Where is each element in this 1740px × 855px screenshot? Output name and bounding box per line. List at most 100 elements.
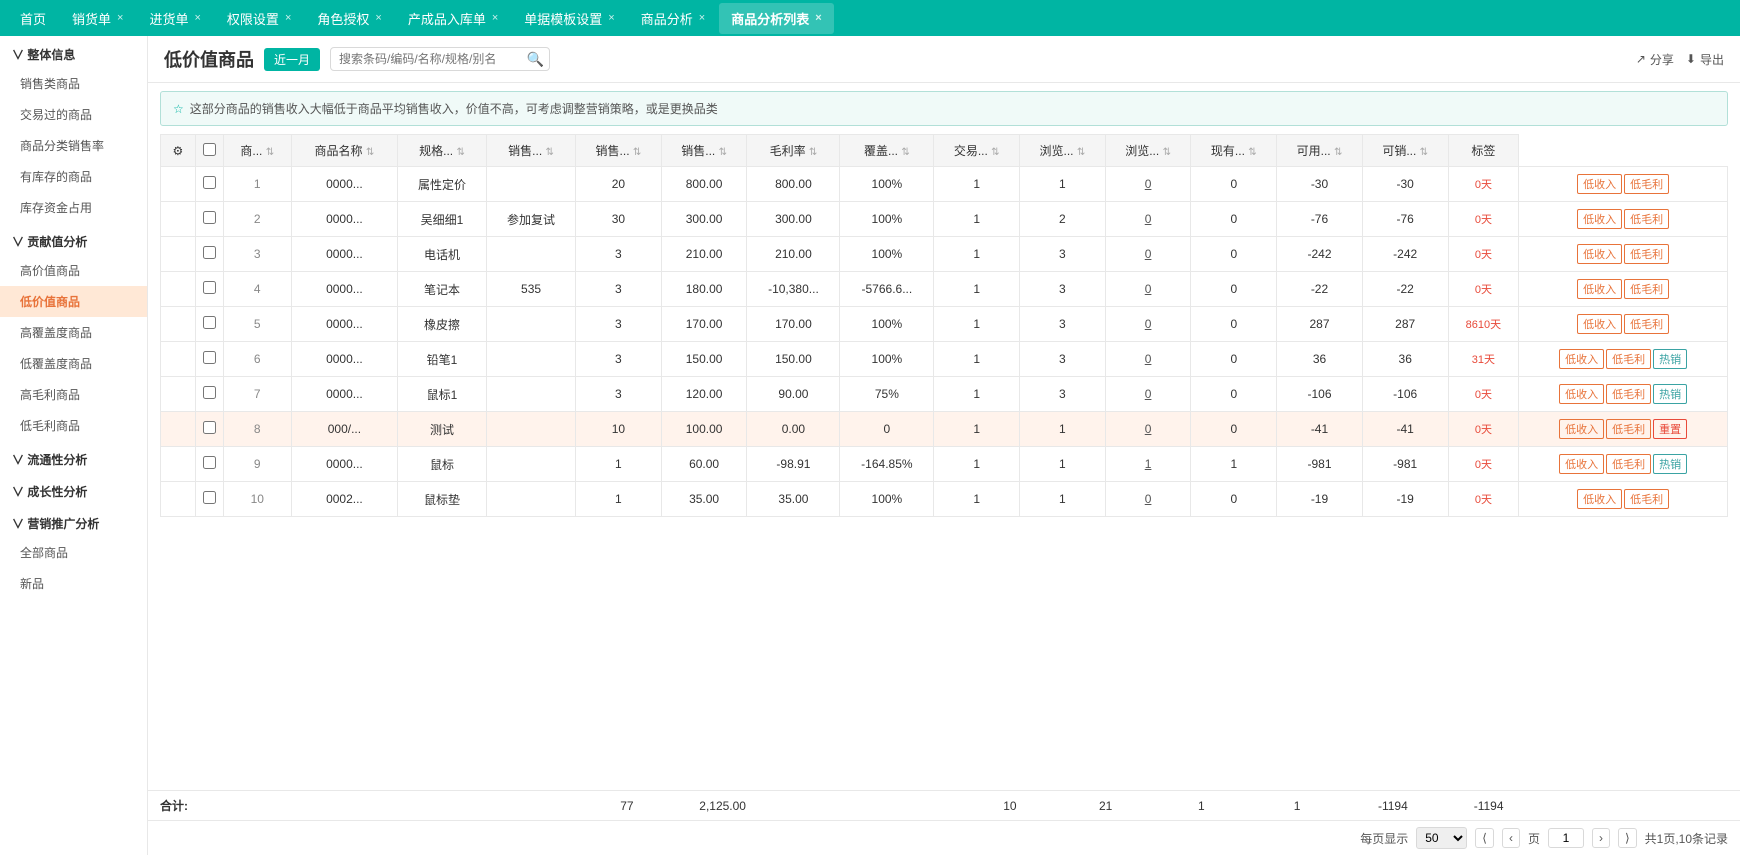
search-icon[interactable]: 🔍 (527, 51, 544, 68)
sidebar-group-成长性分析[interactable]: ∨ 成长性分析 (0, 473, 147, 505)
table-cell: 0 (1191, 342, 1277, 377)
row-checkbox[interactable] (203, 316, 216, 329)
browse1-link[interactable]: 0 (1145, 387, 1152, 401)
day-badge: 31天 (1472, 354, 1495, 366)
row-checkbox[interactable] (203, 246, 216, 259)
sidebar-item-库存资金占用[interactable]: 库存资金占用 (0, 192, 147, 223)
table-cell: 210.00 (747, 237, 840, 272)
share-btn[interactable]: ↗ 分享 (1636, 51, 1674, 68)
browse1-link[interactable]: 0 (1145, 247, 1152, 261)
col-settings[interactable]: ⚙ (161, 135, 196, 167)
browse1-link[interactable]: 0 (1145, 177, 1152, 191)
row-checkbox-cell (195, 377, 223, 412)
browse1-cell: 0 (1105, 202, 1191, 237)
nav-close-icon[interactable]: × (699, 12, 705, 24)
nav-close-icon[interactable]: × (194, 12, 200, 24)
nav-item-产成品入库单[interactable]: 产成品入库单× (396, 3, 510, 34)
saleable-cell: 0天 (1448, 272, 1519, 307)
table-cell: 1 (1020, 482, 1106, 517)
tags-cell: 低收入低毛利 (1519, 237, 1728, 272)
table-container[interactable]: ⚙ 商... ⇅ 商品名称 ⇅ 规格... ⇅ 销售... ⇅ 销售... ⇅ … (148, 134, 1740, 790)
sidebar-item-销售类商品[interactable]: 销售类商品 (0, 68, 147, 99)
browse1-cell: 0 (1105, 412, 1191, 447)
select-all-checkbox[interactable] (203, 143, 216, 156)
row-checkbox[interactable] (203, 176, 216, 189)
row-checkbox[interactable] (203, 421, 216, 434)
row-checkbox-cell (195, 167, 223, 202)
sidebar-item-有库存的商品[interactable]: 有库存的商品 (0, 161, 147, 192)
browse1-link[interactable]: 0 (1145, 422, 1152, 436)
next-page-btn[interactable]: › (1592, 828, 1610, 848)
nav-item-销货单[interactable]: 销货单× (60, 3, 135, 34)
nav-item-商品分析[interactable]: 商品分析× (629, 3, 717, 34)
col-sale-qty: 销售... ⇅ (487, 135, 576, 167)
nav-item-单据模板设置[interactable]: 单据模板设置× (512, 3, 626, 34)
nav-item-首页[interactable]: 首页 (8, 3, 58, 34)
first-page-btn[interactable]: ⟨ (1475, 828, 1494, 848)
nav-close-icon[interactable]: × (285, 12, 291, 24)
table-cell: 100% (840, 342, 934, 377)
table-cell: 10 (576, 412, 662, 447)
saleable-cell: 0天 (1448, 202, 1519, 237)
table-cell: 铅笔1 (397, 342, 486, 377)
browse1-link[interactable]: 1 (1145, 457, 1152, 471)
sidebar-item-低覆盖度商品[interactable]: 低覆盖度商品 (0, 348, 147, 379)
row-checkbox[interactable] (203, 456, 216, 469)
sidebar-item-高价值商品[interactable]: 高价值商品 (0, 255, 147, 286)
table-cell: 鼠标1 (397, 377, 486, 412)
browse1-link[interactable]: 0 (1145, 212, 1152, 226)
row-checkbox[interactable] (203, 386, 216, 399)
browse1-link[interactable]: 0 (1145, 282, 1152, 296)
sidebar-group-流通性分析[interactable]: ∨ 流通性分析 (0, 441, 147, 473)
sidebar-item-商品分类销售率[interactable]: 商品分类销售率 (0, 130, 147, 161)
row-checkbox[interactable] (203, 491, 216, 504)
sidebar-item-全部商品[interactable]: 全部商品 (0, 537, 147, 568)
browse1-link[interactable]: 0 (1145, 352, 1152, 366)
table-row: 40000...笔记本5353180.00-10,380...-5766.6..… (161, 272, 1728, 307)
sidebar-item-低价值商品[interactable]: 低价值商品 (0, 286, 147, 317)
nav-close-icon[interactable]: × (492, 12, 498, 24)
sidebar-item-新品[interactable]: 新品 (0, 568, 147, 599)
export-btn[interactable]: ⬇ 导出 (1686, 51, 1724, 68)
table-cell: 1 (934, 272, 1020, 307)
nav-item-角色授权[interactable]: 角色授权× (305, 3, 393, 34)
nav-close-icon[interactable]: × (117, 12, 123, 24)
table-cell: 笔记本 (397, 272, 486, 307)
info-text: 这部分商品的销售收入大幅低于商品平均销售收入，价值不高，可考虑调整营销策略，或是… (190, 100, 718, 117)
tag-低收入: 低收入 (1577, 209, 1622, 229)
sidebar-group-贡献值分析[interactable]: ∨ 贡献值分析 (0, 223, 147, 255)
nav-item-进货单[interactable]: 进货单× (137, 3, 212, 34)
saleable-cell: 0天 (1448, 412, 1519, 447)
tag-低收入: 低收入 (1559, 454, 1604, 474)
tag-低毛利: 低毛利 (1624, 244, 1669, 264)
sidebar-group-营销推广分析[interactable]: ∨ 营销推广分析 (0, 505, 147, 537)
sidebar-item-高毛利商品[interactable]: 高毛利商品 (0, 379, 147, 410)
nav-close-icon[interactable]: × (815, 12, 821, 24)
browse1-cell: 0 (1105, 237, 1191, 272)
table-cell: 1 (223, 167, 291, 202)
footer-browse1: 1 (1154, 799, 1250, 813)
filter-recent-btn[interactable]: 近一月 (264, 48, 320, 71)
nav-close-icon[interactable]: × (375, 12, 381, 24)
search-input[interactable] (330, 47, 550, 71)
page-number-input[interactable] (1548, 828, 1584, 848)
row-checkbox[interactable] (203, 281, 216, 294)
per-page-select[interactable]: 50 20 100 (1416, 827, 1467, 849)
nav-close-icon[interactable]: × (608, 12, 614, 24)
row-checkbox[interactable] (203, 211, 216, 224)
row-checkbox[interactable] (203, 351, 216, 364)
last-page-btn[interactable]: ⟩ (1618, 828, 1637, 848)
table-cell: 0 (1191, 272, 1277, 307)
nav-item-权限设置[interactable]: 权限设置× (215, 3, 303, 34)
browse1-link[interactable]: 0 (1145, 492, 1152, 506)
sidebar-item-高覆盖度商品[interactable]: 高覆盖度商品 (0, 317, 147, 348)
table-cell: 鼠标垫 (397, 482, 486, 517)
nav-item-商品分析列表[interactable]: 商品分析列表× (719, 3, 833, 34)
sidebar-group-整体信息[interactable]: ∨ 整体信息 (0, 36, 147, 68)
table-cell: -19 (1362, 482, 1448, 517)
sidebar-item-交易过的商品[interactable]: 交易过的商品 (0, 99, 147, 130)
col-checkbox[interactable] (195, 135, 223, 167)
sidebar-item-低毛利商品[interactable]: 低毛利商品 (0, 410, 147, 441)
browse1-link[interactable]: 0 (1145, 317, 1152, 331)
prev-page-btn[interactable]: ‹ (1502, 828, 1520, 848)
